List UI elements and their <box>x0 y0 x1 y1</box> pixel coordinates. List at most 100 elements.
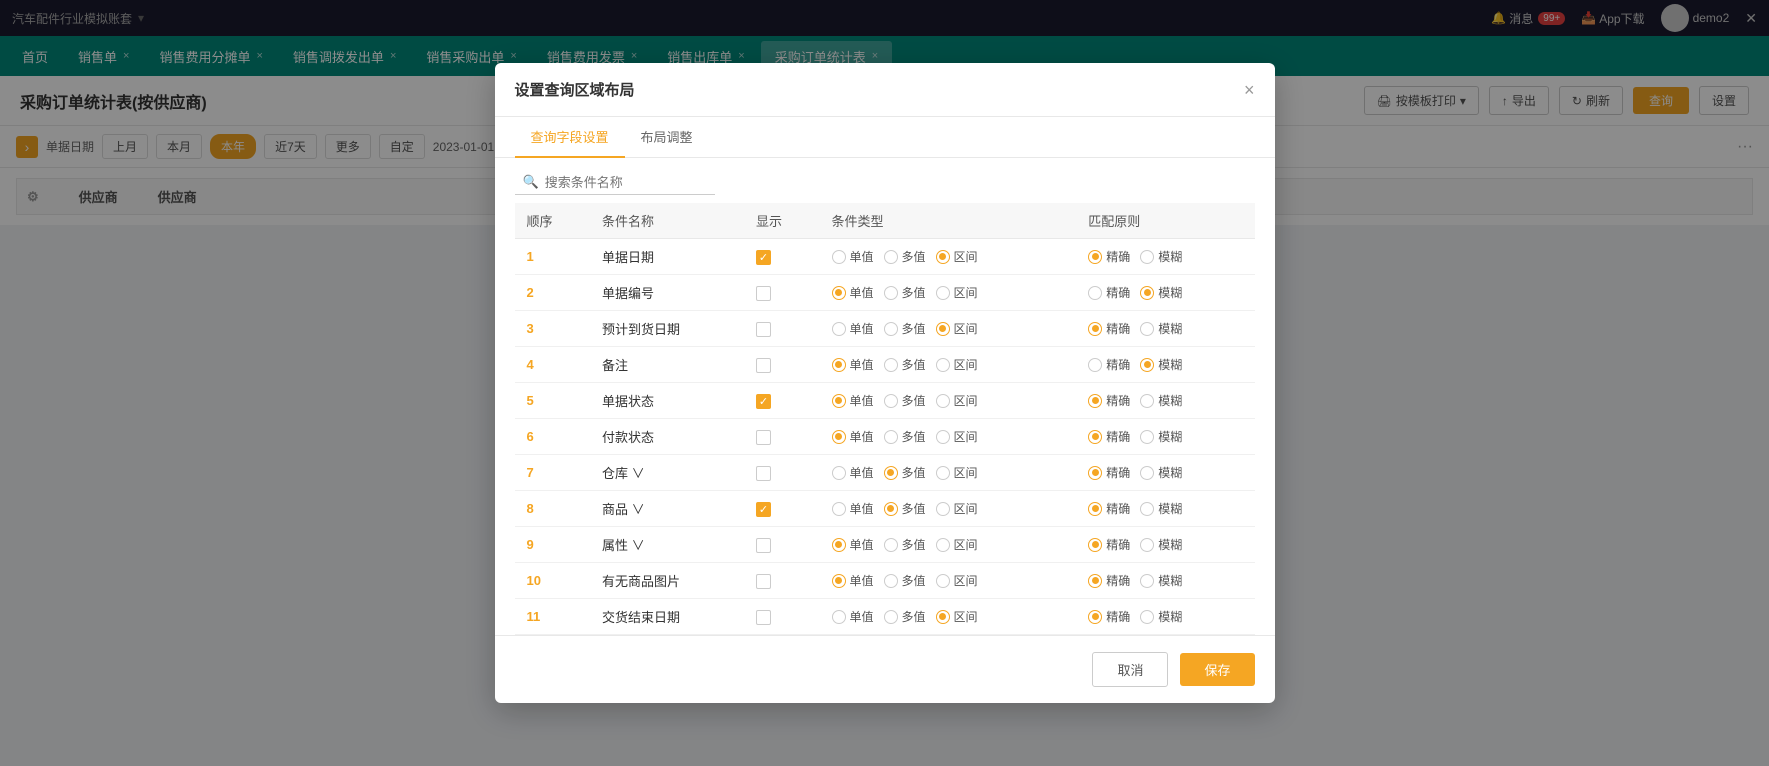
table-row: 10有无商品图片单值多值区间精确模糊 <box>515 563 1255 599</box>
radio-circle <box>832 610 846 624</box>
radio-type-区间[interactable]: 区间 <box>936 464 978 481</box>
radio-type-多值[interactable]: 多值 <box>884 536 926 553</box>
dialog-tab-layout[interactable]: 布局调整 <box>625 117 709 158</box>
radio-type-单值[interactable]: 单值 <box>832 608 874 625</box>
radio-type-多值[interactable]: 多值 <box>884 464 926 481</box>
row-display-checkbox[interactable] <box>744 383 820 419</box>
radio-type-单值[interactable]: 单值 <box>832 284 874 301</box>
radio-type-单值[interactable]: 单值 <box>832 428 874 445</box>
checkbox[interactable] <box>756 610 771 625</box>
radio-type-多值[interactable]: 多值 <box>884 428 926 445</box>
radio-type-多值[interactable]: 多值 <box>884 392 926 409</box>
radio-match-精确[interactable]: 精确 <box>1088 356 1130 373</box>
radio-type-区间[interactable]: 区间 <box>936 572 978 589</box>
radio-type-区间[interactable]: 区间 <box>936 428 978 445</box>
row-display-checkbox[interactable] <box>744 275 820 311</box>
row-display-checkbox[interactable] <box>744 347 820 383</box>
checkbox[interactable] <box>756 394 771 409</box>
row-order: 3 <box>515 311 591 347</box>
radio-match-模糊[interactable]: 模糊 <box>1140 500 1182 517</box>
radio-circle <box>884 250 898 264</box>
radio-type-区间[interactable]: 区间 <box>936 500 978 517</box>
radio-match-模糊[interactable]: 模糊 <box>1140 248 1182 265</box>
save-btn[interactable]: 保存 <box>1180 653 1254 686</box>
checkbox[interactable] <box>756 466 771 481</box>
checkbox[interactable] <box>756 538 771 553</box>
checkbox[interactable] <box>756 286 771 301</box>
radio-match-精确[interactable]: 精确 <box>1088 428 1130 445</box>
row-display-checkbox[interactable] <box>744 419 820 455</box>
checkbox[interactable] <box>756 250 771 265</box>
row-display-checkbox[interactable] <box>744 563 820 599</box>
radio-circle <box>1140 322 1154 336</box>
row-display-checkbox[interactable] <box>744 311 820 347</box>
radio-match-精确[interactable]: 精确 <box>1088 320 1130 337</box>
radio-type-区间[interactable]: 区间 <box>936 284 978 301</box>
dialog-header: 设置查询区域布局 × <box>495 63 1275 117</box>
radio-match-模糊[interactable]: 模糊 <box>1140 320 1182 337</box>
radio-match-精确[interactable]: 精确 <box>1088 464 1130 481</box>
row-match: 精确模糊 <box>1076 455 1254 491</box>
radio-type-单值[interactable]: 单值 <box>832 248 874 265</box>
radio-type-区间[interactable]: 区间 <box>936 320 978 337</box>
radio-type-区间[interactable]: 区间 <box>936 248 978 265</box>
checkbox[interactable] <box>756 430 771 445</box>
radio-match-精确[interactable]: 精确 <box>1088 536 1130 553</box>
dialog-tab-query-fields[interactable]: 查询字段设置 <box>515 117 625 158</box>
radio-type-区间[interactable]: 区间 <box>936 608 978 625</box>
radio-match-精确[interactable]: 精确 <box>1088 392 1130 409</box>
row-display-checkbox[interactable] <box>744 455 820 491</box>
radio-match-精确[interactable]: 精确 <box>1088 500 1130 517</box>
radio-circle <box>936 502 950 516</box>
radio-match-精确[interactable]: 精确 <box>1088 572 1130 589</box>
radio-match-模糊[interactable]: 模糊 <box>1140 392 1182 409</box>
radio-type-区间[interactable]: 区间 <box>936 392 978 409</box>
radio-type-多值[interactable]: 多值 <box>884 320 926 337</box>
radio-type-单值[interactable]: 单值 <box>832 392 874 409</box>
radio-match-精确[interactable]: 精确 <box>1088 608 1130 625</box>
radio-type-单值[interactable]: 单值 <box>832 536 874 553</box>
radio-match-模糊[interactable]: 模糊 <box>1140 464 1182 481</box>
row-name: 预计到货日期 <box>590 311 744 347</box>
radio-type-多值[interactable]: 多值 <box>884 248 926 265</box>
checkbox[interactable] <box>756 358 771 373</box>
cancel-btn[interactable]: 取消 <box>1092 652 1168 687</box>
radio-type-多值[interactable]: 多值 <box>884 284 926 301</box>
radio-type-单值[interactable]: 单值 <box>832 572 874 589</box>
radio-match-模糊[interactable]: 模糊 <box>1140 608 1182 625</box>
radio-type-区间[interactable]: 区间 <box>936 536 978 553</box>
radio-circle <box>1140 394 1154 408</box>
radio-type-多值[interactable]: 多值 <box>884 356 926 373</box>
dialog-close-btn[interactable]: × <box>1244 81 1255 99</box>
radio-match-精确[interactable]: 精确 <box>1088 248 1130 265</box>
search-input[interactable] <box>545 175 705 190</box>
radio-match-模糊[interactable]: 模糊 <box>1140 284 1182 301</box>
radio-type-多值[interactable]: 多值 <box>884 608 926 625</box>
radio-type-多值[interactable]: 多值 <box>884 500 926 517</box>
row-display-checkbox[interactable] <box>744 491 820 527</box>
radio-match-模糊[interactable]: 模糊 <box>1140 572 1182 589</box>
checkbox[interactable] <box>756 322 771 337</box>
row-match: 精确模糊 <box>1076 419 1254 455</box>
radio-match-精确[interactable]: 精确 <box>1088 284 1130 301</box>
row-display-checkbox[interactable] <box>744 599 820 635</box>
row-display-checkbox[interactable] <box>744 239 820 275</box>
radio-match-模糊[interactable]: 模糊 <box>1140 356 1182 373</box>
search-box: 🔍 <box>495 158 1275 203</box>
radio-type-多值[interactable]: 多值 <box>884 572 926 589</box>
radio-type-单值[interactable]: 单值 <box>832 356 874 373</box>
radio-type-单值[interactable]: 单值 <box>832 320 874 337</box>
radio-circle <box>936 250 950 264</box>
row-match: 精确模糊 <box>1076 347 1254 383</box>
radio-circle <box>1088 358 1102 372</box>
checkbox[interactable] <box>756 502 771 517</box>
radio-type-区间[interactable]: 区间 <box>936 356 978 373</box>
radio-type-单值[interactable]: 单值 <box>832 500 874 517</box>
radio-type-单值[interactable]: 单值 <box>832 464 874 481</box>
row-display-checkbox[interactable] <box>744 527 820 563</box>
radio-circle <box>884 430 898 444</box>
radio-match-模糊[interactable]: 模糊 <box>1140 428 1182 445</box>
checkbox[interactable] <box>756 574 771 589</box>
radio-match-模糊[interactable]: 模糊 <box>1140 536 1182 553</box>
radio-circle <box>936 286 950 300</box>
